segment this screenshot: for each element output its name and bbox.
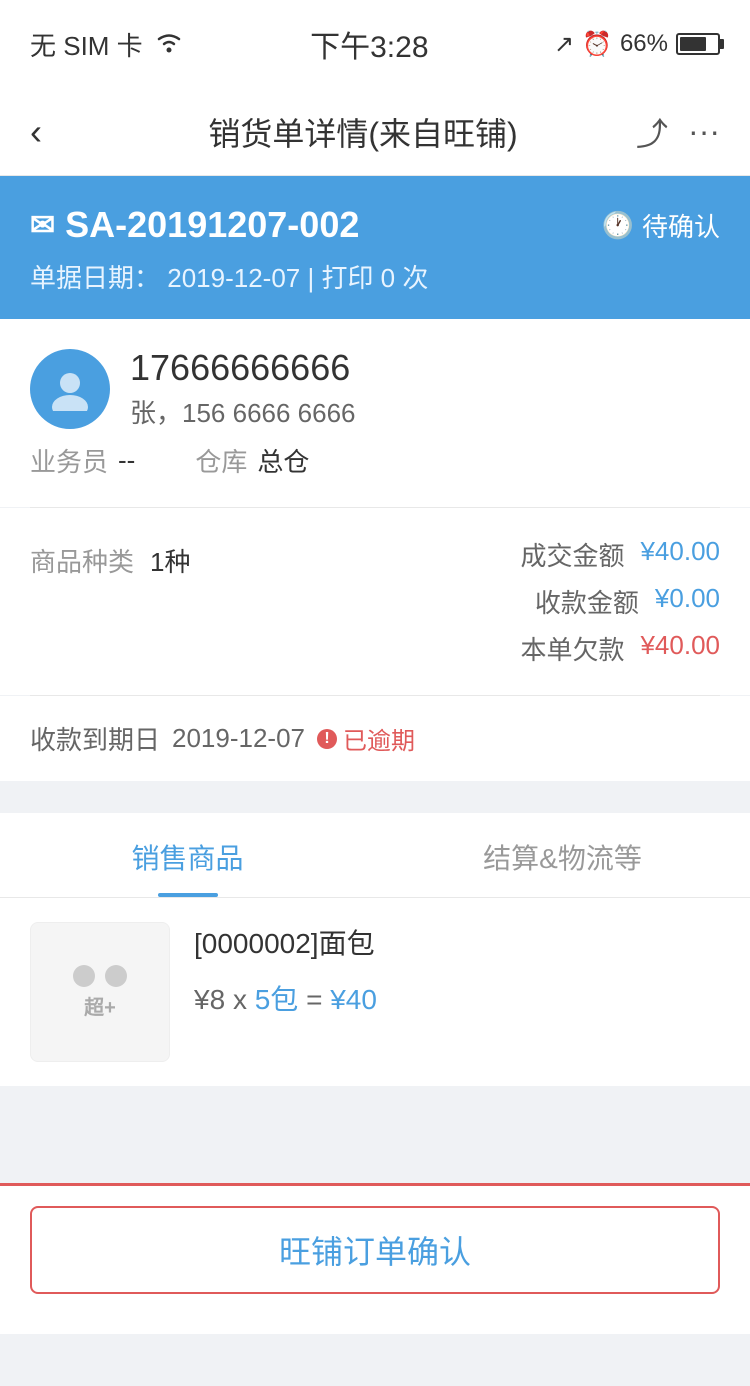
amount-row-2: 本单欠款 ¥40.00 [520,630,720,667]
warehouse-value: 总仓 [257,442,309,479]
tab-products[interactable]: 销售商品 [0,813,375,897]
tab-settlement[interactable]: 结算&物流等 [375,813,750,897]
amount-label-2: 本单欠款 [520,630,624,667]
product-section: 超+ [0000002]面包 ¥8 x 5包 = ¥40 [0,898,750,1086]
due-label: 收款到期日 [30,720,160,757]
carrier-text: 无 SIM 卡 [30,26,143,63]
confirm-order-button[interactable]: 旺铺订单确认 [30,1206,720,1294]
bottom-bar: 旺铺订单确认 [0,1183,750,1334]
warehouse-label: 仓库 [195,442,247,479]
category-value: 1种 [150,542,190,579]
wifi-icon [153,29,185,60]
product-info: [0000002]面包 ¥8 x 5包 = ¥40 [194,922,720,1018]
customer-info: 17666666666 张，156 6666 6666 [130,347,356,430]
order-icon: ✉ [30,208,55,243]
staff-meta: 业务员 -- [30,442,135,479]
battery-icon [676,33,720,55]
product-item: 超+ [0000002]面包 ¥8 x 5包 = ¥40 [30,922,720,1062]
status-clock-icon: 🕐 [602,210,634,241]
customer-section: 17666666666 张，156 6666 6666 业务员 -- 仓库 总仓 [0,319,750,507]
price-quantity: 5包 [255,984,299,1015]
order-id: ✉ SA-20191207-002 [30,204,359,246]
owl-icon [73,965,127,987]
more-button[interactable]: ··· [688,113,720,150]
staff-label: 业务员 [30,442,108,479]
summary-section: 商品种类 1种 成交金额 ¥40.00 收款金额 ¥0.00 本单欠款 ¥40.… [0,508,750,695]
status-carrier: 无 SIM 卡 [30,26,185,63]
warehouse-meta: 仓库 总仓 [195,442,309,479]
amount-label-1: 收款金额 [535,583,639,620]
summary-left: 商品种类 1种 [30,536,520,579]
battery-percent: 66% [620,30,668,58]
product-price: ¥8 x 5包 = ¥40 [194,978,720,1018]
due-date: 2019-12-07 [172,723,305,754]
summary-right: 成交金额 ¥40.00 收款金额 ¥0.00 本单欠款 ¥40.00 [520,536,720,667]
amount-value-2: ¥40.00 [640,630,720,667]
amount-value-0: ¥40.00 [640,536,720,573]
category-label: 商品种类 [30,542,134,579]
status-bar: 无 SIM 卡 下午3:28 ↗ ⏰ 66% [0,0,750,88]
order-header-top: ✉ SA-20191207-002 🕐 待确认 [30,204,720,246]
nav-bar: ‹ 销货单详情(来自旺铺) ⤴ ··· [0,88,750,176]
staff-value: -- [118,445,135,476]
nav-actions: ⤴ ··· [636,109,720,155]
order-status: 🕐 待确认 [602,207,720,244]
amount-value-1: ¥0.00 [655,583,720,620]
customer-name: 张，156 6666 6666 [130,393,356,430]
section-divider [0,797,750,813]
product-thumbnail: 超+ [30,922,170,1062]
amount-label-0: 成交金额 [520,536,624,573]
overdue-text: 已逾期 [343,721,415,756]
customer-phone: 17666666666 [130,347,356,389]
amount-row-1: 收款金额 ¥0.00 [535,583,720,620]
status-time: 下午3:28 [310,22,428,66]
share-button[interactable]: ⤴ [636,109,668,155]
page-title: 销货单详情(来自旺铺) [208,109,517,155]
amount-row-0: 成交金额 ¥40.00 [520,536,720,573]
price-amount: ¥8 [194,984,225,1015]
alarm-icon: ⏰ [582,30,612,59]
customer-top: 17666666666 张，156 6666 6666 [30,347,720,430]
status-icons: ↗ ⏰ 66% [554,30,720,59]
tabs-bar: 销售商品 结算&物流等 [0,813,750,898]
order-header-card: ✉ SA-20191207-002 🕐 待确认 单据日期： 2019-12-07… [0,176,750,319]
back-button[interactable]: ‹ [30,111,90,153]
location-icon: ↗ [554,30,574,59]
overdue-badge: ! 已逾期 [317,721,415,756]
order-date-line: 单据日期： 2019-12-07 | 打印 0 次 [30,258,720,295]
product-name: [0000002]面包 [194,922,720,962]
avatar [30,349,110,429]
due-date-section: 收款到期日 2019-12-07 ! 已逾期 [0,696,750,781]
customer-meta: 业务员 -- 仓库 总仓 [30,442,720,479]
brand-text: 超+ [84,991,116,1020]
price-total: ¥40 [330,984,377,1015]
overdue-icon: ! [317,729,337,749]
